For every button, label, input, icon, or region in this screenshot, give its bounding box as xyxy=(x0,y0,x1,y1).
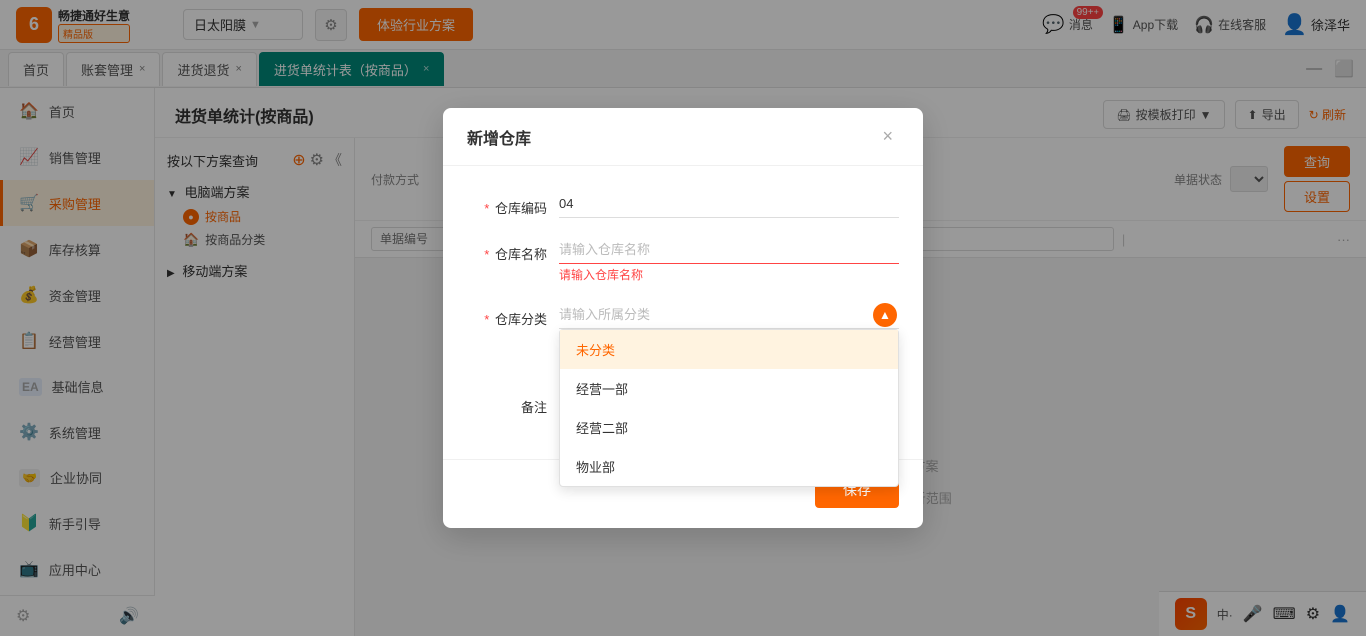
name-input[interactable] xyxy=(559,236,899,264)
category-dropdown: 未分类 经营一部 经营二部 物业部 xyxy=(559,329,899,487)
dropdown-item-dept2[interactable]: 经营二部 xyxy=(560,408,898,447)
name-input-wrap: 请输入仓库名称 xyxy=(559,236,899,283)
code-label: * 仓库编码 xyxy=(467,190,547,217)
dropdown-item-dept3[interactable]: 物业部 xyxy=(560,447,898,486)
code-field-row: * 仓库编码 xyxy=(467,190,899,218)
category-input-wrap: ▲ xyxy=(559,301,899,329)
category-label: * 仓库分类 xyxy=(467,301,547,328)
dropdown-item-dept1[interactable]: 经营一部 xyxy=(560,369,898,408)
dropdown-item-uncategorized[interactable]: 未分类 xyxy=(560,330,898,369)
name-error-msg: 请输入仓库名称 xyxy=(559,266,899,283)
modal-overlay[interactable]: 新增仓库 × * 仓库编码 * 仓库名称 xyxy=(0,0,1366,636)
category-field-row: * 仓库分类 ▲ 未分类 经营一部 经营二部 物业部 xyxy=(467,301,899,329)
category-input-container: ▲ 未分类 经营一部 经营二部 物业部 xyxy=(559,301,899,329)
modal-close-button[interactable]: × xyxy=(876,124,899,149)
modal-title: 新增仓库 xyxy=(467,125,531,149)
category-input[interactable] xyxy=(559,301,873,328)
new-warehouse-modal: 新增仓库 × * 仓库编码 * 仓库名称 xyxy=(443,108,923,528)
name-required-mark: * xyxy=(484,247,489,262)
code-input-wrap xyxy=(559,190,899,218)
category-toggle-button[interactable]: ▲ xyxy=(873,303,897,327)
name-field-row: * 仓库名称 请输入仓库名称 xyxy=(467,236,899,283)
modal-header: 新增仓库 × xyxy=(443,108,923,166)
name-label: * 仓库名称 xyxy=(467,236,547,263)
note-label: 备注 xyxy=(467,389,547,416)
code-required-mark: * xyxy=(484,201,489,216)
modal-body: * 仓库编码 * 仓库名称 请输入仓库名称 xyxy=(443,166,923,459)
category-required-mark: * xyxy=(484,312,489,327)
code-input[interactable] xyxy=(559,190,899,218)
